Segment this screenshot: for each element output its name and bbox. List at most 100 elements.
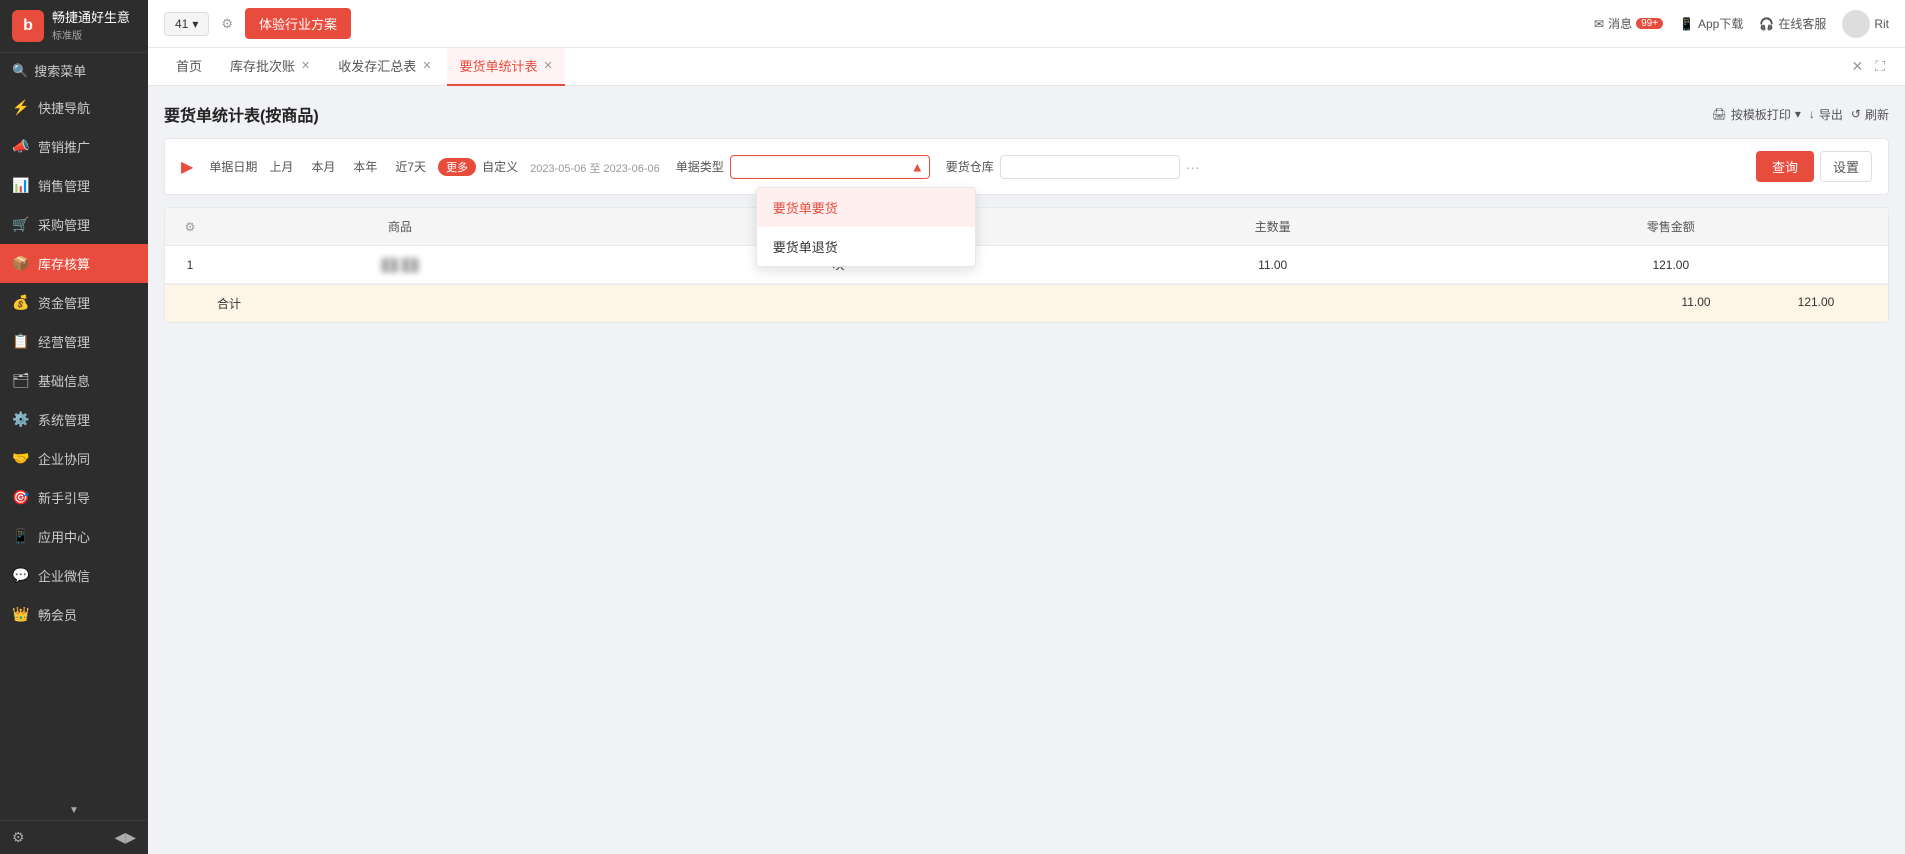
tab-home[interactable]: 首页: [164, 48, 214, 86]
warehouse-input[interactable]: [1000, 155, 1180, 179]
service-btn[interactable]: 🎧 在线客服: [1759, 15, 1826, 32]
sidebar-item-quick-nav[interactable]: ⚡ 快捷导航: [0, 88, 148, 127]
store-count: 41: [175, 17, 188, 31]
th-product: 商品: [215, 208, 585, 246]
settings-icon[interactable]: ⚙: [12, 829, 25, 846]
sidebar-item-vip[interactable]: 👑 畅会员: [0, 595, 148, 634]
tab-receive-summary[interactable]: 收发存汇总表 ✕: [326, 48, 443, 86]
gear-icon-topbar[interactable]: ⚙: [221, 16, 233, 32]
message-btn[interactable]: ✉ 消息 99+: [1594, 15, 1663, 32]
type-input[interactable]: [730, 155, 930, 179]
tab-close-order[interactable]: ✕: [544, 59, 553, 72]
user-avatar-area[interactable]: Rit: [1842, 10, 1889, 38]
topbar-right: ✉ 消息 99+ 📱 App下载 🎧 在线客服 Rit: [1594, 10, 1889, 38]
filter-date-group: 单据日期 上月 本月 本年 近7天 更多 自定义 2023-05-06 至 20…: [209, 156, 659, 177]
export-button[interactable]: ↓ 导出: [1809, 106, 1843, 123]
quick-nav-icon: ⚡: [12, 99, 30, 117]
guide-icon: 🎯: [12, 489, 30, 507]
data-table: ⚙ 商品 主计量单位 主数量 零售金额: [165, 208, 1888, 284]
shortcut-7days[interactable]: 近7天: [389, 156, 432, 177]
tab-close-all-icon[interactable]: ✕: [1847, 56, 1867, 77]
sidebar-item-label: 应用中心: [38, 527, 90, 546]
sidebar-item-inventory[interactable]: 📦 库存核算: [0, 244, 148, 283]
headset-icon: 🎧: [1759, 17, 1774, 31]
refresh-icon: ↺: [1851, 107, 1861, 121]
tab-order-stats[interactable]: 要货单统计表 ✕: [447, 48, 564, 86]
sidebar-scroll-down[interactable]: ▼: [0, 801, 148, 820]
sidebar-item-purchase[interactable]: 🛒 采购管理: [0, 205, 148, 244]
sidebar-item-marketing[interactable]: 📣 营销推广: [0, 127, 148, 166]
warehouse-label: 要货仓库: [946, 158, 994, 175]
tab-batch-account-label: 库存批次账: [230, 56, 295, 75]
export-icon: ↓: [1809, 107, 1815, 121]
sidebar-item-label: 库存核算: [38, 254, 90, 273]
promo-button[interactable]: 体验行业方案: [245, 8, 351, 39]
chevron-down-icon: ▾: [192, 17, 198, 31]
shortcut-last-month[interactable]: 上月: [263, 156, 299, 177]
query-button[interactable]: 查询: [1756, 151, 1814, 182]
sidebar-item-label: 畅会员: [38, 605, 77, 624]
sidebar-item-label: 新手引导: [38, 488, 90, 507]
th-amount: 零售金额: [1454, 208, 1888, 246]
inventory-icon: 📦: [12, 255, 30, 273]
date-label: 单据日期: [209, 158, 257, 175]
shortcut-more[interactable]: 更多: [438, 158, 476, 176]
finance-icon: 💰: [12, 294, 30, 312]
settings-button[interactable]: 设置: [1820, 151, 1872, 182]
sidebar-item-app-center[interactable]: 📱 应用中心: [0, 517, 148, 556]
service-label: 在线客服: [1778, 15, 1826, 32]
sidebar: b 畅捷通好生意 标准版 🔍 搜索菜单 ⚡ 快捷导航 📣 营销推广 📊 销售管理…: [0, 0, 148, 854]
sidebar-item-sales[interactable]: 📊 销售管理: [0, 166, 148, 205]
footer-label: 合计: [177, 295, 377, 312]
sidebar-item-enterprise[interactable]: 🤝 企业协同: [0, 439, 148, 478]
sidebar-item-label: 采购管理: [38, 215, 90, 234]
tab-order-stats-label: 要货单统计表: [459, 56, 537, 75]
message-badge: 99+: [1636, 18, 1663, 29]
app-download-label: App下载: [1698, 15, 1743, 32]
tabs-bar: 首页 库存批次账 ✕ 收发存汇总表 ✕ 要货单统计表 ✕ ✕ ⛶: [148, 48, 1905, 86]
tab-close-receive[interactable]: ✕: [422, 59, 431, 72]
sidebar-nav: ⚡ 快捷导航 📣 营销推广 📊 销售管理 🛒 采购管理 📦 库存核算 💰 资金管…: [0, 88, 148, 801]
filter-toggle-btn[interactable]: ▶: [181, 157, 193, 177]
table-row: 1 ██ ██ 块 11.00 121.00: [165, 246, 1888, 284]
collapse-icon[interactable]: ◀▶: [114, 829, 136, 846]
warehouse-more-icon[interactable]: ···: [1186, 159, 1200, 175]
filter-bar: ▶ 单据日期 上月 本月 本年 近7天 更多 自定义 2023-05-06 至 …: [164, 138, 1889, 195]
operations-icon: 📋: [12, 333, 30, 351]
app-download-btn[interactable]: 📱 App下载: [1679, 15, 1743, 32]
tab-expand-icon[interactable]: ⛶: [1871, 56, 1889, 77]
message-icon: ✉: [1594, 17, 1604, 31]
gear-icon-table[interactable]: ⚙: [185, 220, 196, 234]
search-label: 搜索菜单: [34, 61, 86, 80]
tab-home-label: 首页: [176, 56, 202, 75]
tab-close-batch[interactable]: ✕: [301, 59, 310, 72]
tab-batch-account[interactable]: 库存批次账 ✕: [218, 48, 322, 86]
filter-warehouse-group: 要货仓库 ···: [946, 155, 1200, 179]
filter-type-group: 单据类型 ▲ 要货单要货 要货单退货: [676, 155, 930, 179]
dropdown-item-order-return[interactable]: 要货单退货: [757, 227, 975, 266]
page-content: 要货单统计表(按商品) 🖨 按模板打印 ▾ ↓ 导出 ↺ 刷新 ▶: [148, 86, 1905, 854]
sidebar-item-operations[interactable]: 📋 经营管理: [0, 322, 148, 361]
page-actions: 🖨 按模板打印 ▾ ↓ 导出 ↺ 刷新: [1712, 106, 1889, 123]
print-button[interactable]: 🖨 按模板打印 ▾: [1712, 106, 1801, 123]
sidebar-item-system[interactable]: ⚙️ 系统管理: [0, 400, 148, 439]
shortcut-this-year[interactable]: 本年: [347, 156, 383, 177]
sidebar-search[interactable]: 🔍 搜索菜单: [0, 53, 148, 88]
sidebar-item-label: 基础信息: [38, 371, 90, 390]
type-chevron-up-icon[interactable]: ▲: [911, 159, 924, 174]
sidebar-item-wechat[interactable]: 💬 企业微信: [0, 556, 148, 595]
th-gear[interactable]: ⚙: [165, 208, 215, 246]
dropdown-item-order-goods[interactable]: 要货单要货: [757, 188, 975, 227]
sidebar-item-basic-info[interactable]: 🗂 基础信息: [0, 361, 148, 400]
store-selector[interactable]: 41 ▾: [164, 12, 209, 36]
enterprise-icon: 🤝: [12, 450, 30, 468]
refresh-button[interactable]: ↺ 刷新: [1851, 106, 1889, 123]
app-name: 畅捷通好生意: [52, 10, 130, 27]
sidebar-item-finance[interactable]: 💰 资金管理: [0, 283, 148, 322]
shortcut-custom[interactable]: 自定义: [482, 158, 518, 175]
shortcut-this-month[interactable]: 本月: [305, 156, 341, 177]
app-logo-icon: b: [12, 10, 44, 42]
marketing-icon: 📣: [12, 138, 30, 156]
system-icon: ⚙️: [12, 411, 30, 429]
sidebar-item-guide[interactable]: 🎯 新手引导: [0, 478, 148, 517]
